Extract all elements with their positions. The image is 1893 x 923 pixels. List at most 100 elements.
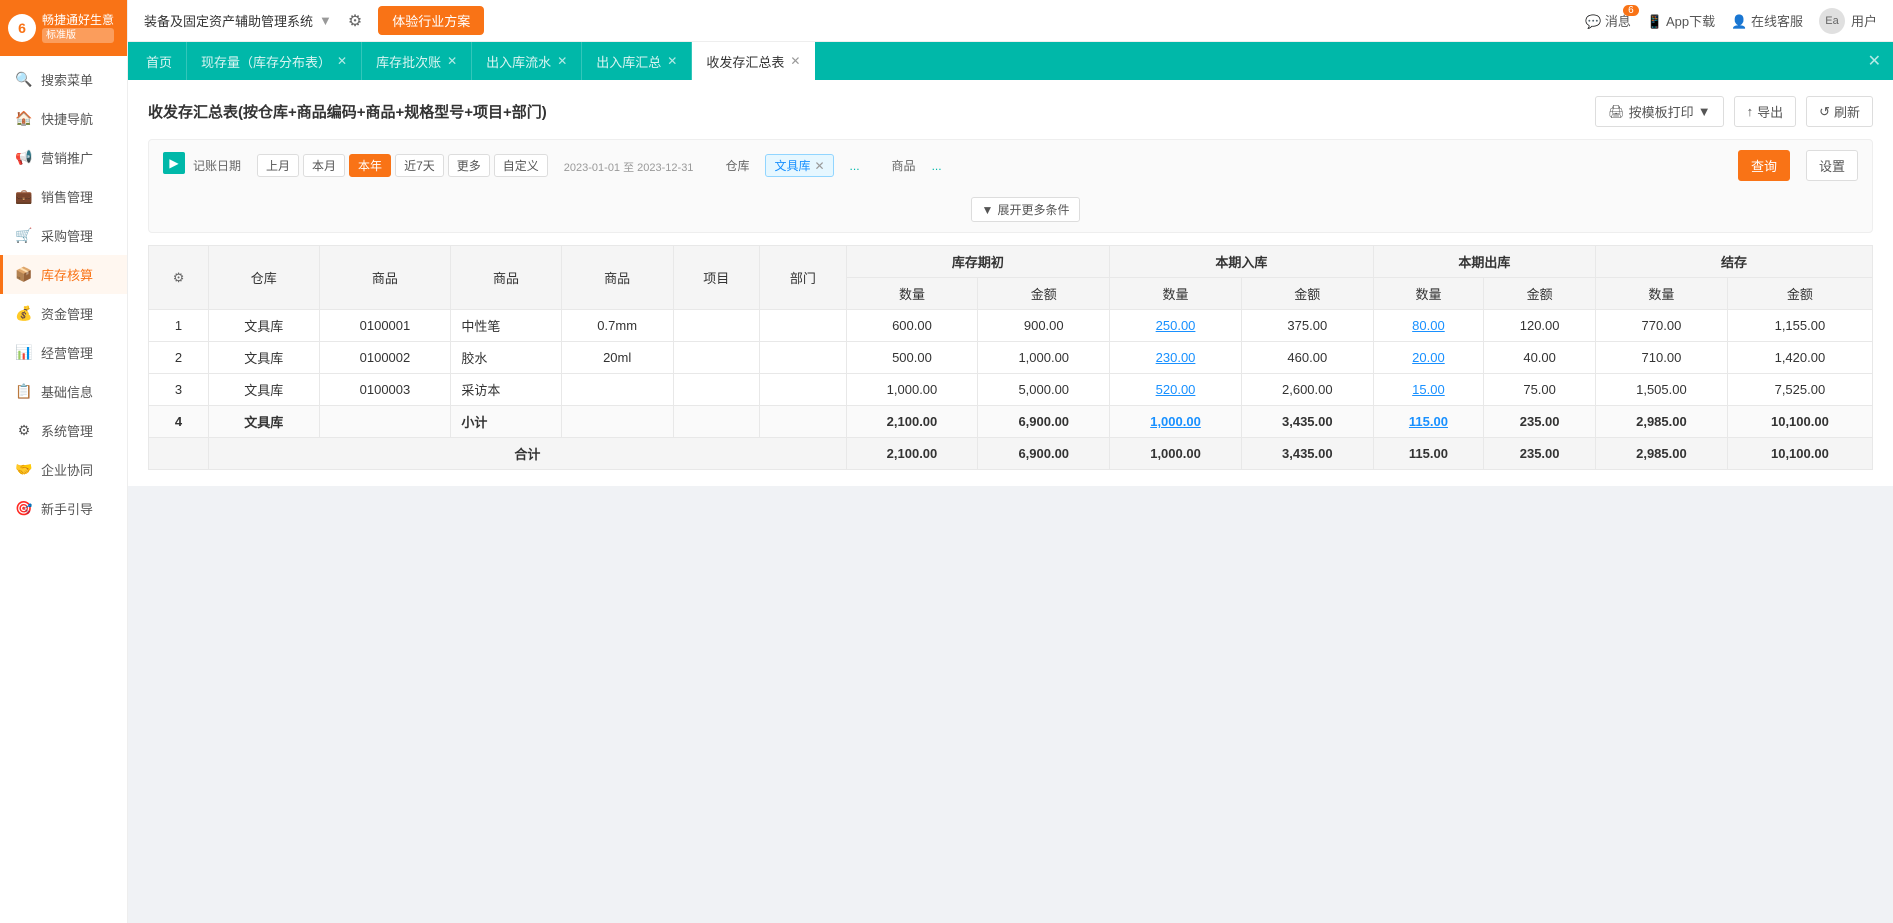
th-out-qty: 数量 <box>1373 278 1484 310</box>
user-label: 用户 <box>1851 11 1877 30</box>
warehouse-more[interactable]: ... <box>850 159 860 173</box>
online-service[interactable]: 👤 在线客服 <box>1731 11 1803 30</box>
filter-toggle-icon[interactable]: ▶ <box>163 152 185 174</box>
cell-in-qty-0[interactable]: 250.00 <box>1110 310 1242 342</box>
th-warehouse: 仓库 <box>209 246 319 310</box>
date-btn-自定义[interactable]: 自定义 <box>494 154 548 177</box>
tab-close-inout-flow[interactable]: ✕ <box>557 55 567 67</box>
product-more[interactable]: ... <box>932 159 942 173</box>
system-title: 装备及固定资产辅助管理系统 ▼ <box>144 11 332 30</box>
print-btn[interactable]: 🖨 按模板打印 ▼ <box>1595 96 1723 127</box>
query-btn[interactable]: 查询 <box>1738 150 1790 181</box>
cell-in-qty-2[interactable]: 520.00 <box>1110 374 1242 406</box>
warehouse-filter-label: 仓库 <box>725 157 749 174</box>
tabbar-close[interactable]: ✕ <box>1860 51 1889 71</box>
sidebar-item-inventory[interactable]: 📦库存核算 <box>0 255 127 294</box>
cell-in-qty-1[interactable]: 230.00 <box>1110 342 1242 374</box>
sidebar-item-collab[interactable]: 🤝企业协同 <box>0 450 127 489</box>
tab-close-recv-send-summary[interactable]: ✕ <box>790 55 800 67</box>
footer-in-qty: 1,000.00 <box>1110 438 1242 470</box>
sidebar-item-search[interactable]: 🔍搜索菜单 <box>0 60 127 99</box>
date-range-text: 2023-01-01 至 2023-12-31 <box>564 159 694 175</box>
config-icon[interactable]: ⚙ <box>348 11 362 31</box>
cell-balance-amt-0: 1,155.00 <box>1727 310 1872 342</box>
tab-inout-summary[interactable]: 出入库汇总✕ <box>582 42 692 80</box>
cell-spec-3 <box>561 406 673 438</box>
tab-recv-send-summary[interactable]: 收发存汇总表✕ <box>692 42 815 80</box>
cell-in-amt-3: 3,435.00 <box>1241 406 1373 438</box>
cell-balance-qty-1: 710.00 <box>1596 342 1728 374</box>
user-area[interactable]: Ea 用户 <box>1819 8 1877 34</box>
tab-home[interactable]: 首页 <box>132 42 187 80</box>
tab-close-stock-dist[interactable]: ✕ <box>337 55 347 67</box>
date-btn-上月[interactable]: 上月 <box>257 154 299 177</box>
export-btn[interactable]: ↑ 导出 <box>1734 96 1797 127</box>
footer-out-qty: 115.00 <box>1373 438 1484 470</box>
cell-in-qty-3[interactable]: 1,000.00 <box>1110 406 1242 438</box>
sidebar-icon-search: 🔍 <box>15 71 33 89</box>
tab-close-batch[interactable]: ✕ <box>447 55 457 67</box>
sidebar-icon-purchase: 🛒 <box>15 227 33 245</box>
main-table: ⚙ 仓库 商品 商品 商品 项目 部门 库存期初 本期入库 本期出库 结存 <box>148 245 1873 470</box>
refresh-btn[interactable]: ↺ 刷新 <box>1806 96 1873 127</box>
cell-no-3: 4 <box>149 406 209 438</box>
cell-out-qty-1[interactable]: 20.00 <box>1373 342 1484 374</box>
cell-dept-1 <box>760 342 847 374</box>
date-btn-本月[interactable]: 本月 <box>303 154 345 177</box>
th-settings[interactable]: ⚙ <box>149 246 209 310</box>
sidebar-item-basic-info[interactable]: 📋基础信息 <box>0 372 127 411</box>
app-download[interactable]: 📱 App下载 <box>1647 11 1715 30</box>
expand-label: 展开更多条件 <box>997 201 1069 218</box>
th-in-qty: 数量 <box>1110 278 1242 310</box>
system-dropdown-icon[interactable]: ▼ <box>319 13 332 28</box>
date-btn-本年[interactable]: 本年 <box>349 154 391 177</box>
cell-out-amt-3: 235.00 <box>1484 406 1596 438</box>
tab-inout-flow[interactable]: 出入库流水✕ <box>472 42 582 80</box>
warehouse-tag-close[interactable]: ✕ <box>814 159 824 173</box>
table-row: 3文具库0100003采访本1,000.005,000.00520.002,60… <box>149 374 1873 406</box>
sidebar-item-system[interactable]: ⚙系统管理 <box>0 411 127 450</box>
cell-out-qty-0[interactable]: 80.00 <box>1373 310 1484 342</box>
notifications[interactable]: 💬 消息 6 <box>1585 11 1631 30</box>
sidebar-label-operations: 经营管理 <box>41 343 93 362</box>
tab-label-home: 首页 <box>146 52 172 71</box>
print-dropdown-icon: ▼ <box>1698 104 1711 119</box>
sidebar-item-sales[interactable]: 💼销售管理 <box>0 177 127 216</box>
expand-icon: ▼ <box>982 203 994 217</box>
th-project: 项目 <box>673 246 760 310</box>
sidebar-item-operations[interactable]: 📊经营管理 <box>0 333 127 372</box>
sidebar-item-purchase[interactable]: 🛒 采购管理 <box>0 216 127 255</box>
warehouse-tag: 文具库 ✕ <box>765 154 833 177</box>
table-footer-row: 合计 2,100.00 6,900.00 1,000.00 3,435.00 1… <box>149 438 1873 470</box>
th-product-code: 商品 <box>319 246 451 310</box>
tab-batch[interactable]: 库存批次账✕ <box>362 42 472 80</box>
sidebar-label-quick-nav: 快捷导航 <box>41 109 93 128</box>
sidebar-label-guide: 新手引导 <box>41 499 93 518</box>
expand-conditions-btn[interactable]: ▼ 展开更多条件 <box>971 197 1081 222</box>
cell-out-qty-2[interactable]: 15.00 <box>1373 374 1484 406</box>
sidebar-icon-guide: 🎯 <box>15 500 33 518</box>
tab-label-stock-dist: 现存量（库存分布表） <box>201 52 331 71</box>
cell-balance-qty-2: 1,505.00 <box>1596 374 1728 406</box>
settings-btn[interactable]: 设置 <box>1806 150 1858 181</box>
cell-code-1: 0100002 <box>319 342 451 374</box>
settings-icon[interactable]: ⚙ <box>173 270 185 285</box>
notification-count: 6 <box>1623 5 1639 16</box>
sidebar-item-quick-nav[interactable]: 🏠快捷导航 <box>0 99 127 138</box>
sidebar-label-system: 系统管理 <box>41 421 93 440</box>
tab-stock-dist[interactable]: 现存量（库存分布表） ✕ <box>187 42 362 80</box>
sidebar-item-guide[interactable]: 🎯 新手引导 <box>0 489 127 528</box>
date-btn-更多[interactable]: 更多 <box>448 154 490 177</box>
trial-btn[interactable]: 体验行业方案 <box>378 6 484 35</box>
sidebar-item-finance[interactable]: 💰资金管理 <box>0 294 127 333</box>
expand-row: ▼ 展开更多条件 <box>193 189 1858 222</box>
footer-in-amt: 3,435.00 <box>1241 438 1373 470</box>
sidebar-label-marketing: 营销推广 <box>41 148 93 167</box>
date-btn-近7天[interactable]: 近7天 <box>395 154 444 177</box>
cell-out-qty-3[interactable]: 115.00 <box>1373 406 1484 438</box>
sidebar-item-marketing[interactable]: 📢营销推广 <box>0 138 127 177</box>
cell-in-amt-1: 460.00 <box>1241 342 1373 374</box>
sidebar-label-purchase: 采购管理 <box>41 226 93 245</box>
cell-balance-amt-2: 7,525.00 <box>1727 374 1872 406</box>
tab-close-inout-summary[interactable]: ✕ <box>667 55 677 67</box>
